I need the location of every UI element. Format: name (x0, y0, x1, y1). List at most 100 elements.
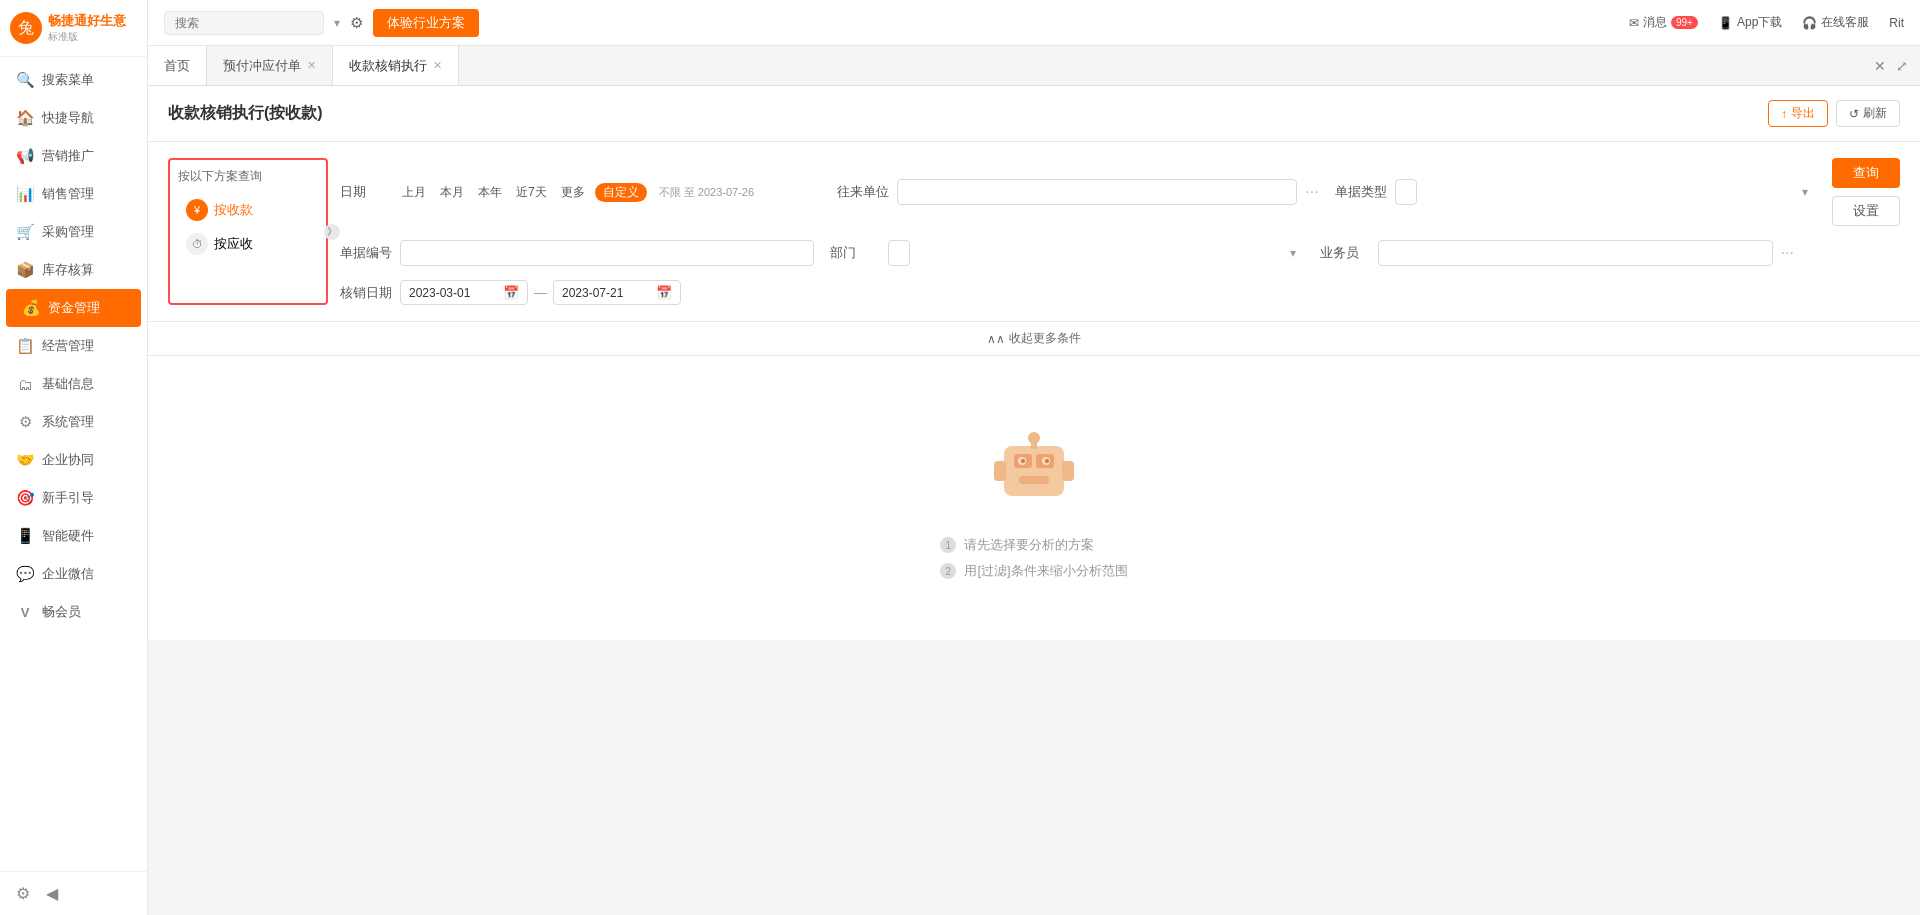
phone-icon: 📱 (16, 527, 34, 545)
tip-num-1: 1 (940, 537, 956, 553)
sidebar-item-finance-label: 资金管理 (48, 299, 100, 317)
page-title: 收款核销执行(按收款) (168, 103, 323, 138)
topbar-gear-icon[interactable]: ⚙ (350, 14, 363, 32)
tab-home[interactable]: 首页 (148, 46, 207, 85)
tab-prepay-close-icon[interactable]: ✕ (307, 59, 316, 72)
sidebar-item-search[interactable]: 🔍 搜索菜单 (0, 61, 147, 99)
bill-type-select-wrapper (1395, 179, 1816, 205)
sidebar-item-wechat[interactable]: 💬 企业微信 (0, 555, 147, 593)
tip-num-2: 2 (940, 563, 956, 579)
sidebar-item-nav[interactable]: 🏠 快捷导航 (0, 99, 147, 137)
tip-text-2: 用[过滤]条件来缩小分析范围 (964, 562, 1127, 580)
svg-rect-7 (1031, 441, 1037, 449)
sidebar-item-marketing[interactable]: 📢 营销推广 (0, 137, 147, 175)
bill-no-label: 单据编号 (340, 244, 392, 262)
filter-field-counterparty: 往来单位 ··· (837, 179, 1318, 205)
svg-rect-3 (1019, 476, 1049, 484)
user-name: Rit (1889, 16, 1904, 30)
refresh-button[interactable]: ↺ 刷新 (1836, 100, 1900, 127)
sidebar-item-member[interactable]: V 畅会员 (0, 593, 147, 631)
tab-home-label: 首页 (164, 57, 190, 75)
sidebar-item-purchase[interactable]: 🛒 采购管理 (0, 213, 147, 251)
date-custom[interactable]: 自定义 (595, 183, 647, 202)
collapse-panel-icon[interactable]: 》 (324, 224, 340, 240)
sidebar-item-marketing-label: 营销推广 (42, 147, 94, 165)
empty-tip-1: 1 请先选择要分析的方案 (940, 536, 1127, 554)
date-this-year[interactable]: 本年 (474, 183, 506, 202)
cart-icon: 🛒 (16, 223, 34, 241)
filter-field-bill-type: 单据类型 (1335, 179, 1816, 205)
query-button[interactable]: 查询 (1832, 158, 1900, 188)
svg-rect-4 (994, 461, 1006, 481)
empty-tips: 1 请先选择要分析的方案 2 用[过滤]条件来缩小分析范围 (940, 536, 1127, 580)
tab-prepay[interactable]: 预付冲应付单 ✕ (207, 46, 333, 85)
topbar-solution-button[interactable]: 体验行业方案 (373, 9, 479, 37)
sidebar-item-enterprise[interactable]: 🤝 企业协同 (0, 441, 147, 479)
counterparty-more-icon[interactable]: ··· (1305, 183, 1318, 201)
handshake-icon: 🤝 (16, 451, 34, 469)
sidebar-menu: 🔍 搜索菜单 🏠 快捷导航 📢 营销推广 📊 销售管理 🛒 采购管理 📦 库存核… (0, 57, 147, 871)
settings-bottom-icon[interactable]: ⚙ (16, 884, 30, 903)
collapse-more-bar: ∧∧ 收起更多条件 (148, 322, 1920, 356)
date-this-month[interactable]: 本月 (436, 183, 468, 202)
page-header: 收款核销执行(按收款) ↑ 导出 ↺ 刷新 (148, 86, 1920, 142)
settings-button[interactable]: 设置 (1832, 196, 1900, 226)
counterparty-input[interactable] (897, 179, 1297, 205)
filter-option-by-receipt[interactable]: ¥ 按收款 (178, 193, 318, 227)
salesperson-label: 业务员 (1320, 244, 1370, 262)
sidebar-item-system[interactable]: ⚙ 系统管理 (0, 403, 147, 441)
sidebar-item-basic-label: 基础信息 (42, 375, 94, 393)
verify-date-end-field: 📅 (553, 280, 681, 305)
topbar-app-download[interactable]: 📱 App下载 (1718, 14, 1782, 31)
calendar-start-icon[interactable]: 📅 (503, 285, 519, 300)
tip-text-1: 请先选择要分析的方案 (964, 536, 1094, 554)
date-no-limit: 不限 至 2023-07-26 (659, 185, 754, 200)
verify-date-end-input[interactable] (562, 286, 652, 300)
export-button[interactable]: ↑ 导出 (1768, 100, 1828, 127)
filter-option-by-receipt-label: 按收款 (214, 201, 253, 219)
message-label: 消息 (1643, 14, 1667, 31)
verify-date-label: 核销日期 (340, 284, 392, 302)
window-maximize-icon[interactable]: ⤢ (1892, 54, 1912, 78)
verify-date-start-input[interactable] (409, 286, 499, 300)
filter-fields: 日期 上月 本月 本年 近7天 更多 自定义 不限 至 2023-07-26 往… (340, 158, 1900, 305)
salesperson-more-icon[interactable]: ··· (1781, 244, 1794, 262)
page-header-actions: ↑ 导出 ↺ 刷新 (1768, 100, 1900, 141)
bill-type-select[interactable] (1395, 179, 1417, 205)
sidebar-item-sales[interactable]: 📊 销售管理 (0, 175, 147, 213)
topbar-chevron-icon[interactable]: ▾ (334, 16, 340, 30)
sidebar-item-wechat-label: 企业微信 (42, 565, 94, 583)
sidebar-item-finance[interactable]: 💰 资金管理 (6, 289, 141, 327)
svg-rect-5 (1062, 461, 1074, 481)
tab-receivable-close-icon[interactable]: ✕ (433, 59, 442, 72)
date-7days[interactable]: 近7天 (512, 183, 551, 202)
topbar-online-service[interactable]: 🎧 在线客服 (1802, 14, 1869, 31)
date-more[interactable]: 更多 (557, 183, 589, 202)
bill-no-input[interactable] (400, 240, 814, 266)
sidebar: 兔 畅捷通好生意 标准版 🔍 搜索菜单 🏠 快捷导航 📢 营销推广 📊 销售管理… (0, 0, 148, 915)
calendar-end-icon[interactable]: 📅 (656, 285, 672, 300)
filter-option-by-receivable[interactable]: ⏱ 按应收 (178, 227, 318, 261)
export-icon: ↑ (1781, 107, 1787, 121)
topbar-user[interactable]: Rit (1889, 16, 1904, 30)
collapse-more-button[interactable]: ∧∧ 收起更多条件 (987, 330, 1081, 347)
gear-icon: ⚙ (16, 413, 34, 431)
window-close-icon[interactable]: ✕ (1870, 54, 1890, 78)
sidebar-item-operations[interactable]: 📋 经营管理 (0, 327, 147, 365)
empty-illustration (984, 416, 1084, 516)
sidebar-item-guide[interactable]: 🎯 新手引导 (0, 479, 147, 517)
topbar-search-input[interactable] (164, 11, 324, 35)
topbar-message[interactable]: ✉ 消息 99+ (1629, 14, 1698, 31)
verify-date-range: 📅 — 📅 (400, 280, 681, 305)
date-last-month[interactable]: 上月 (398, 183, 430, 202)
department-select[interactable] (888, 240, 910, 266)
sidebar-item-basic[interactable]: 🗂 基础信息 (0, 365, 147, 403)
collapse-sidebar-icon[interactable]: ◀ (46, 884, 58, 903)
sidebar-item-inventory[interactable]: 📦 库存核算 (0, 251, 147, 289)
app-version: 标准版 (48, 30, 126, 43)
tab-receivable[interactable]: 收款核销执行 ✕ (333, 46, 459, 85)
sidebar-item-hardware[interactable]: 📱 智能硬件 (0, 517, 147, 555)
salesperson-input[interactable] (1378, 240, 1773, 266)
department-label: 部门 (830, 244, 880, 262)
sidebar-bottom: ⚙ ◀ (0, 871, 147, 915)
